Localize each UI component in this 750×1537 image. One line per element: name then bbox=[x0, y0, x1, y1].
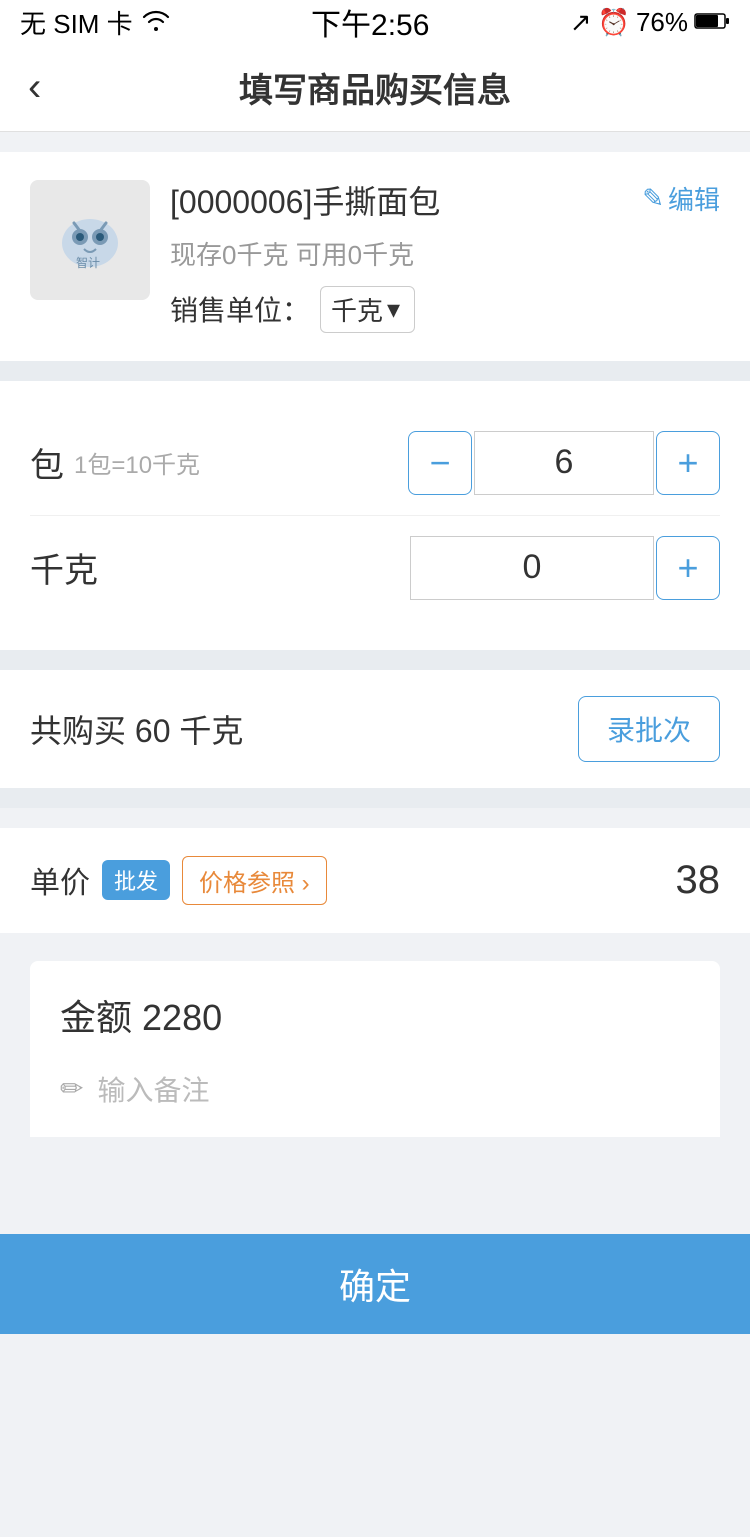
summary-row: 共购买 60 千克 录批次 bbox=[0, 670, 750, 788]
product-info: [0000006]手撕面包 现存0千克 可用0千克 销售单位： 千克 ▾ bbox=[170, 180, 720, 333]
price-section: 单价 批发 价格参照 › 38 bbox=[0, 828, 750, 933]
sim-status: 无 SIM 卡 bbox=[20, 4, 133, 41]
confirm-button[interactable]: 确定 bbox=[0, 1234, 750, 1334]
unit-label: 销售单位： bbox=[170, 289, 310, 329]
unit-select[interactable]: 千克 ▾ bbox=[320, 286, 415, 333]
kg-input-row: 千克 + bbox=[30, 516, 720, 620]
product-image: 智计 bbox=[30, 180, 150, 300]
note-icon: ✏ bbox=[60, 1072, 83, 1105]
note-placeholder: 输入备注 bbox=[97, 1069, 209, 1109]
amount-section: 金额 2280 ✏ 输入备注 bbox=[0, 933, 750, 1137]
confirm-button-label: 确定 bbox=[339, 1258, 411, 1310]
battery-percent: 76% bbox=[636, 7, 688, 38]
product-unit-row: 销售单位： 千克 ▾ bbox=[170, 286, 720, 333]
section-divider-1 bbox=[0, 361, 750, 381]
bag-plus-button[interactable]: + bbox=[656, 431, 720, 495]
battery-icon bbox=[694, 7, 730, 38]
kg-plus-button[interactable]: + bbox=[656, 536, 720, 600]
kg-quantity-input[interactable] bbox=[410, 536, 654, 600]
status-bar: 无 SIM 卡 下午2:56 ↗ ⏰ 76% bbox=[0, 0, 750, 44]
status-left: 无 SIM 卡 bbox=[20, 4, 171, 41]
price-row: 单价 批发 价格参照 › 38 bbox=[30, 856, 720, 905]
note-row[interactable]: ✏ 输入备注 bbox=[30, 1069, 720, 1137]
bag-label: 包 bbox=[30, 438, 64, 487]
product-stock: 现存0千克 可用0千克 bbox=[170, 235, 720, 272]
back-button[interactable]: ‹ bbox=[28, 65, 41, 110]
batch-button[interactable]: 录批次 bbox=[578, 696, 720, 762]
amount-text: 金额 2280 bbox=[60, 997, 222, 1038]
section-divider-3 bbox=[0, 788, 750, 808]
dropdown-icon: ▾ bbox=[387, 294, 400, 325]
kg-controls: + bbox=[410, 536, 720, 600]
amount-row: 金额 2280 bbox=[30, 961, 720, 1069]
edit-icon: ✎ bbox=[642, 183, 664, 214]
location-icon: ↗ bbox=[570, 7, 592, 38]
svg-text:智计: 智计 bbox=[76, 255, 100, 270]
wifi-icon bbox=[141, 7, 171, 38]
alarm-icon: ⏰ bbox=[598, 7, 630, 38]
bag-quantity-input[interactable] bbox=[474, 431, 654, 495]
summary-text: 共购买 60 千克 bbox=[30, 706, 243, 752]
edit-button[interactable]: ✎ 编辑 bbox=[642, 180, 720, 217]
bag-sub: 1包=10千克 bbox=[74, 445, 200, 480]
price-value: 38 bbox=[676, 858, 721, 903]
bag-input-row: 包 1包=10千克 − + bbox=[30, 411, 720, 516]
status-right: ↗ ⏰ 76% bbox=[570, 7, 730, 38]
input-section: 包 1包=10千克 − + 千克 + bbox=[0, 381, 750, 650]
price-ref-button[interactable]: 价格参照 › bbox=[182, 856, 327, 905]
product-name: [0000006]手撕面包 bbox=[170, 180, 720, 225]
nav-bar: ‹ 填写商品购买信息 bbox=[0, 44, 750, 132]
price-tag: 批发 bbox=[102, 860, 170, 900]
page-title: 填写商品购买信息 bbox=[239, 63, 511, 112]
bag-minus-button[interactable]: − bbox=[408, 431, 472, 495]
price-label: 单价 bbox=[30, 858, 90, 902]
status-time: 下午2:56 bbox=[311, 0, 429, 44]
kg-label: 千克 bbox=[30, 543, 98, 592]
product-card: 智计 [0000006]手撕面包 现存0千克 可用0千克 销售单位： 千克 ▾ … bbox=[0, 152, 750, 361]
bag-controls: − + bbox=[408, 431, 720, 495]
section-divider-2 bbox=[0, 650, 750, 670]
